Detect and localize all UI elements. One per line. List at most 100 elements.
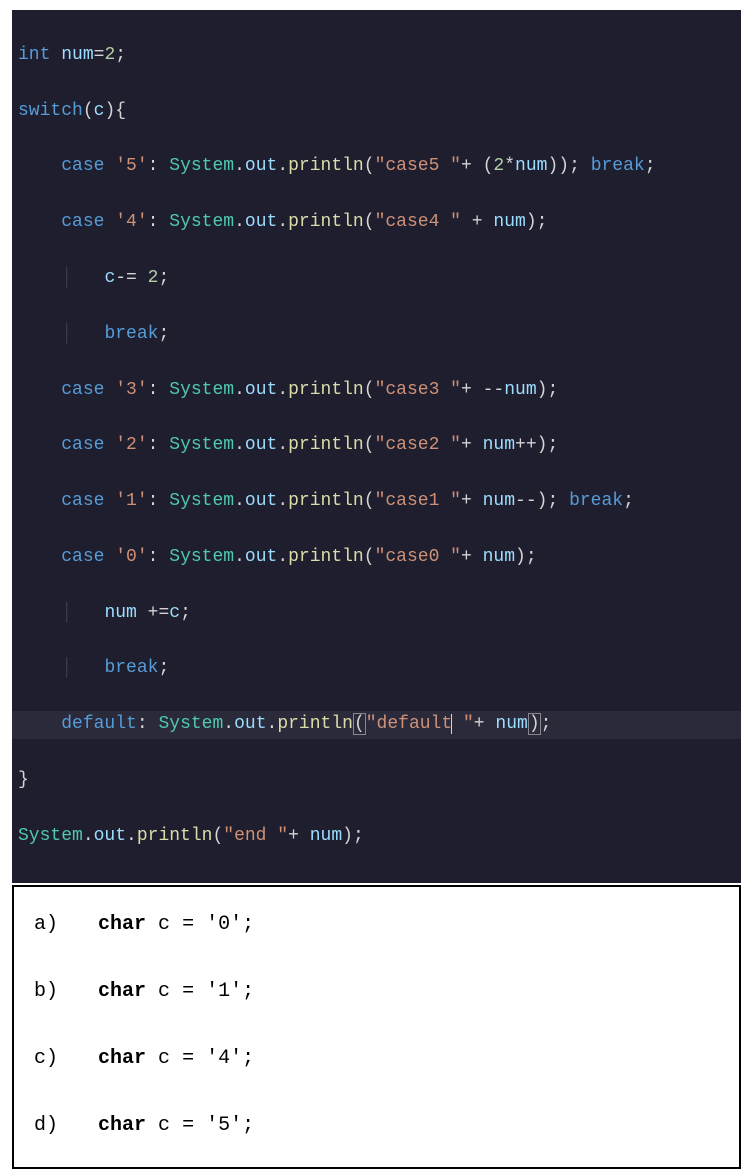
op-plus: + bbox=[461, 491, 472, 511]
open-paren: ( bbox=[364, 380, 375, 400]
char-4: '4' bbox=[115, 212, 147, 232]
semi: ; bbox=[242, 1114, 254, 1137]
char-1: '1' bbox=[115, 491, 147, 511]
cls-system: System bbox=[169, 380, 234, 400]
code-line-7: case '3': System.out.println("case3 "+ -… bbox=[12, 377, 741, 405]
char-lit-5: '5' bbox=[206, 1114, 242, 1137]
prop-out: out bbox=[245, 212, 277, 232]
fn-println: println bbox=[288, 212, 364, 232]
code-line-15: System.out.println("end "+ num); bbox=[12, 823, 741, 851]
dot: . bbox=[277, 380, 288, 400]
char-lit-4: '4' bbox=[206, 1047, 242, 1070]
var-c: c bbox=[158, 1114, 170, 1137]
fn-println: println bbox=[288, 547, 364, 567]
bracket-match-open: ( bbox=[353, 713, 366, 735]
semi: ; bbox=[180, 603, 191, 623]
colon: : bbox=[148, 156, 159, 176]
prop-out: out bbox=[94, 826, 126, 846]
close-paren: ) bbox=[342, 826, 353, 846]
kw-case: case bbox=[61, 212, 104, 232]
op-eq: = bbox=[182, 1047, 194, 1070]
semi: ; bbox=[242, 1047, 254, 1070]
open-paren: ( bbox=[364, 435, 375, 455]
op-eq: = bbox=[182, 1114, 194, 1137]
op-inc: ++ bbox=[515, 435, 537, 455]
prop-out: out bbox=[245, 156, 277, 176]
kw-case: case bbox=[61, 547, 104, 567]
kw-default: default bbox=[61, 714, 137, 734]
str-case1: "case1 " bbox=[375, 491, 461, 511]
semi: ; bbox=[547, 435, 558, 455]
option-label-a: a) bbox=[34, 913, 98, 936]
kw-int: int bbox=[18, 45, 50, 65]
var-c: c bbox=[94, 101, 105, 121]
semi: ; bbox=[537, 212, 548, 232]
char-lit-1: '1' bbox=[206, 980, 242, 1003]
kw-break: break bbox=[591, 156, 645, 176]
dot: . bbox=[277, 491, 288, 511]
op-plus: + bbox=[461, 435, 472, 455]
code-line-2: switch(c){ bbox=[12, 98, 741, 126]
var-num: num bbox=[104, 603, 136, 623]
cls-system: System bbox=[169, 491, 234, 511]
dot: . bbox=[277, 547, 288, 567]
colon: : bbox=[148, 435, 159, 455]
code-line-12: │ break; bbox=[12, 655, 741, 683]
kw-case: case bbox=[61, 491, 104, 511]
dot: . bbox=[126, 826, 137, 846]
code-line-9: case '1': System.out.println("case1 "+ n… bbox=[12, 488, 741, 516]
str-case5: "case5 " bbox=[375, 156, 461, 176]
op-dec: -- bbox=[515, 491, 537, 511]
colon: : bbox=[148, 547, 159, 567]
semi-2: ; bbox=[645, 156, 656, 176]
code-line-11: │ num +=c; bbox=[12, 600, 741, 628]
str-default: "default bbox=[366, 714, 452, 734]
colon: : bbox=[137, 714, 148, 734]
var-num: num bbox=[483, 435, 515, 455]
cls-system: System bbox=[169, 212, 234, 232]
option-label-c: c) bbox=[34, 1047, 98, 1070]
fn-println: println bbox=[288, 435, 364, 455]
close-paren: ) bbox=[537, 491, 548, 511]
str-case3: "case3 " bbox=[375, 380, 461, 400]
var-c: c bbox=[104, 268, 115, 288]
lit-2: 2 bbox=[148, 268, 159, 288]
kw-case: case bbox=[61, 156, 104, 176]
close-brace: } bbox=[18, 770, 29, 790]
var-num: num bbox=[483, 547, 515, 567]
cls-system: System bbox=[18, 826, 83, 846]
code-line-13-highlighted: default: System.out.println("default "+ … bbox=[12, 711, 741, 739]
kw-case: case bbox=[61, 380, 104, 400]
kw-char: char bbox=[98, 1114, 146, 1137]
op-eq: = bbox=[182, 913, 194, 936]
prop-out: out bbox=[245, 380, 277, 400]
op-plus: + bbox=[472, 212, 483, 232]
dot: . bbox=[83, 826, 94, 846]
lit-2: 2 bbox=[104, 45, 115, 65]
var-num: num bbox=[483, 491, 515, 511]
cls-system: System bbox=[169, 156, 234, 176]
option-a: a)char c = '0'; bbox=[34, 913, 719, 936]
dot: . bbox=[234, 156, 245, 176]
op-eq: = bbox=[94, 45, 105, 65]
cls-system: System bbox=[169, 435, 234, 455]
fn-println: println bbox=[288, 380, 364, 400]
code-line-8: case '2': System.out.println("case2 "+ n… bbox=[12, 432, 741, 460]
colon: : bbox=[148, 491, 159, 511]
open-paren: ( bbox=[364, 156, 375, 176]
kw-break: break bbox=[104, 658, 158, 678]
prop-out: out bbox=[245, 547, 277, 567]
close-paren: ) bbox=[515, 547, 526, 567]
var-c: c bbox=[158, 1047, 170, 1070]
kw-char: char bbox=[98, 1047, 146, 1070]
semi: ; bbox=[115, 45, 126, 65]
var-num: num bbox=[504, 380, 536, 400]
code-line-1: int num=2; bbox=[12, 42, 741, 70]
code-line-5: │ c-= 2; bbox=[12, 265, 741, 293]
close-paren: ) bbox=[537, 435, 548, 455]
semi: ; bbox=[547, 491, 558, 511]
fn-println: println bbox=[137, 826, 213, 846]
op-plus-eq: += bbox=[148, 603, 170, 623]
var-num: num bbox=[515, 156, 547, 176]
str-case4: "case4 " bbox=[375, 212, 461, 232]
